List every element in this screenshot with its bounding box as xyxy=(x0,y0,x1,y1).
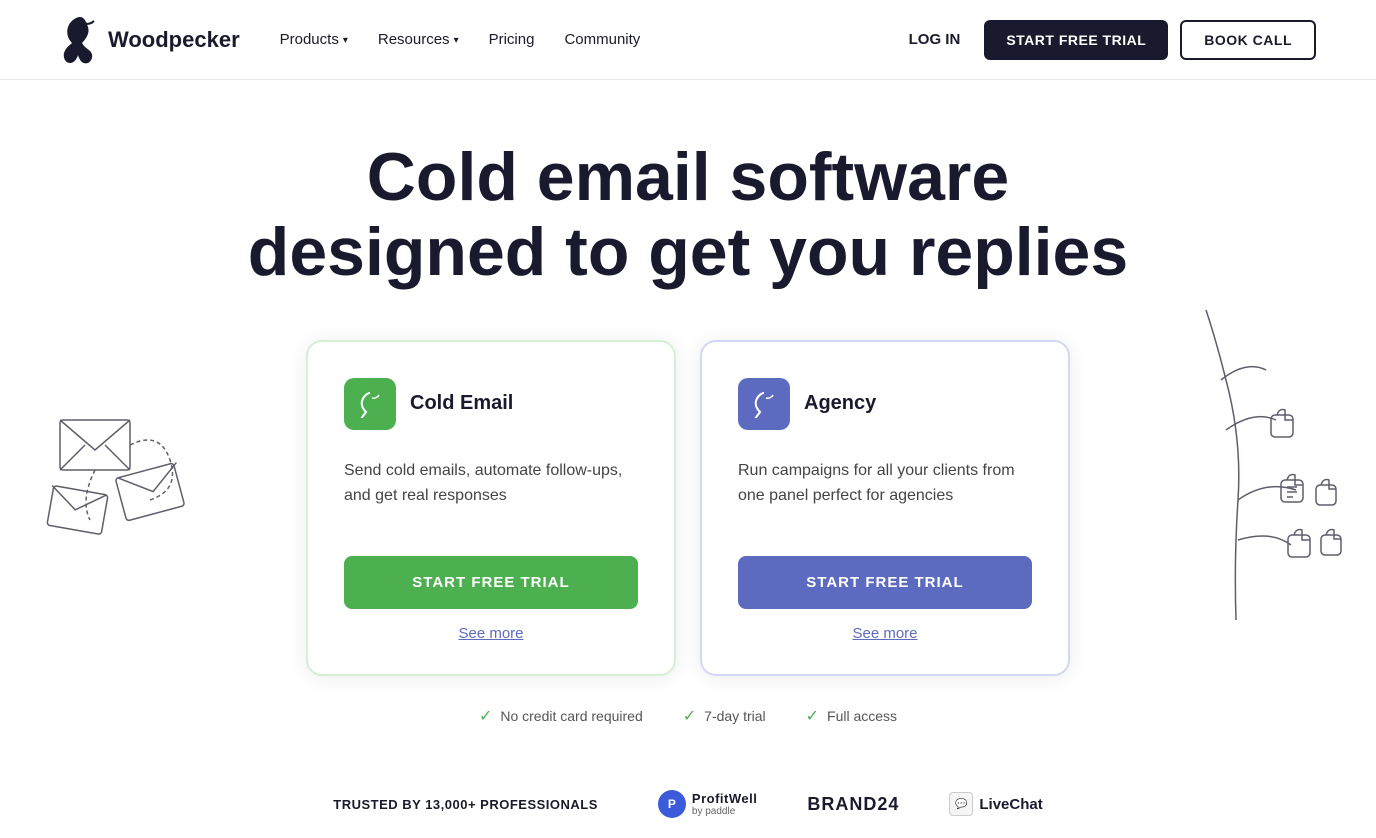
logo-text: Woodpecker xyxy=(108,27,240,53)
envelopes-illustration xyxy=(40,360,240,560)
check-circle-icon: ✓ xyxy=(683,706,696,726)
agency-trial-button[interactable]: START FREE TRIAL xyxy=(738,556,1032,609)
cold-email-icon xyxy=(344,378,396,430)
nav-pricing[interactable]: Pricing xyxy=(489,31,535,48)
cold-email-see-more[interactable]: See more xyxy=(344,625,638,642)
logo[interactable]: Woodpecker xyxy=(60,15,240,65)
cold-email-trial-button[interactable]: START FREE TRIAL xyxy=(344,556,638,609)
agency-card-header: Agency xyxy=(738,378,1032,430)
book-call-button[interactable]: BOOK CALL xyxy=(1180,20,1316,60)
nav-resources[interactable]: Resources ▾ xyxy=(378,31,459,48)
trusted-label: TRUSTED BY 13,000+ PROFESSIONALS xyxy=(333,797,598,812)
livechat-text: LiveChat xyxy=(979,796,1042,813)
agency-card: Agency Run campaigns for all your client… xyxy=(700,340,1070,676)
chevron-down-icon: ▾ xyxy=(343,35,348,46)
profitwell-icon: P xyxy=(658,790,686,818)
navbar: Woodpecker Products ▾ Resources ▾ Pricin… xyxy=(0,0,1376,80)
nav-products[interactable]: Products ▾ xyxy=(280,31,348,48)
nav-community[interactable]: Community xyxy=(564,31,640,48)
hero-section: Cold email software designed to get you … xyxy=(0,80,1376,760)
brand24-text: BRAND24 xyxy=(807,794,899,815)
cold-email-title: Cold Email xyxy=(410,392,513,415)
agency-title: Agency xyxy=(804,392,876,415)
trusted-section: TRUSTED BY 13,000+ PROFESSIONALS P Profi… xyxy=(0,770,1376,838)
nav-links: Products ▾ Resources ▾ Pricing Community xyxy=(280,31,641,48)
agency-see-more[interactable]: See more xyxy=(738,625,1032,642)
brand24-logo: BRAND24 xyxy=(807,794,899,815)
trust-no-credit-card: ✓ No credit card required xyxy=(479,706,643,726)
cold-email-card-header: Cold Email xyxy=(344,378,638,430)
check-circle-icon: ✓ xyxy=(479,706,492,726)
check-circle-icon: ✓ xyxy=(806,706,819,726)
cold-email-card: Cold Email Send cold emails, automate fo… xyxy=(306,340,676,676)
brand-logos: P ProfitWell by paddle BRAND24 💬 LiveCha… xyxy=(658,790,1043,818)
livechat-icon: 💬 xyxy=(949,792,973,816)
trust-7-day: ✓ 7-day trial xyxy=(683,706,766,726)
profitwell-text: ProfitWell by paddle xyxy=(692,791,757,817)
hero-title: Cold email software designed to get you … xyxy=(238,140,1138,290)
cold-email-description: Send cold emails, automate follow-ups, a… xyxy=(344,458,638,528)
woodpecker-logo-icon xyxy=(60,15,98,65)
agency-description: Run campaigns for all your clients from … xyxy=(738,458,1032,528)
agency-icon xyxy=(738,378,790,430)
product-cards: Cold Email Send cold emails, automate fo… xyxy=(238,340,1138,676)
livechat-logo: 💬 LiveChat xyxy=(949,792,1042,816)
profitwell-logo: P ProfitWell by paddle xyxy=(658,790,757,818)
tree-illustration xyxy=(1126,280,1346,630)
nav-trial-button[interactable]: START FREE TRIAL xyxy=(984,20,1168,60)
chevron-down-icon: ▾ xyxy=(454,35,459,46)
nav-right: LOG IN START FREE TRIAL BOOK CALL xyxy=(897,20,1316,60)
trust-full-access: ✓ Full access xyxy=(806,706,897,726)
nav-left: Woodpecker Products ▾ Resources ▾ Pricin… xyxy=(60,15,640,65)
trust-bar: ✓ No credit card required ✓ 7-day trial … xyxy=(40,706,1336,726)
login-button[interactable]: LOG IN xyxy=(897,23,973,56)
